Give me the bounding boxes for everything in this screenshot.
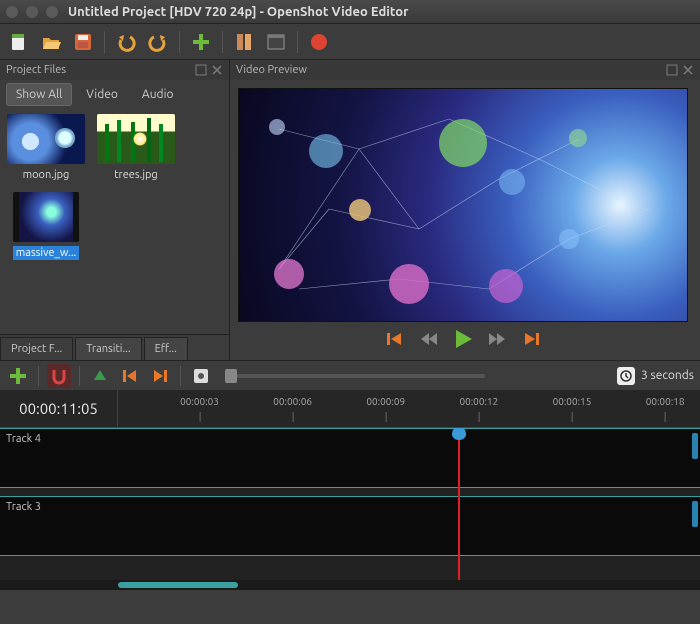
timeline-tracks[interactable]: Track 4 Track 3: [0, 428, 700, 580]
timeline-toolbar: 3 seconds: [0, 360, 700, 390]
file-label: trees.jpg: [111, 168, 161, 182]
rewind-button[interactable]: [417, 327, 441, 351]
close-panel-icon[interactable]: [211, 64, 223, 76]
clock-icon: [617, 367, 635, 385]
ruler-ticks[interactable]: 00:00:03 00:00:06 00:00:09 00:00:12 00:0…: [118, 390, 700, 427]
tab-transitions[interactable]: Transiti...: [75, 337, 141, 360]
scrollbar-thumb[interactable]: [118, 582, 238, 588]
main-toolbar: [0, 24, 700, 60]
video-preview[interactable]: [238, 88, 688, 322]
add-marker-button[interactable]: [88, 364, 112, 388]
duration-label: 3 seconds: [641, 369, 694, 382]
timeline-track[interactable]: Track 3: [0, 496, 700, 556]
previous-marker-button[interactable]: [118, 364, 142, 388]
jump-end-button[interactable]: [519, 327, 543, 351]
track-label: Track 4: [6, 433, 41, 445]
titlebar: Untitled Project [HDV 720 24p] - OpenSho…: [0, 0, 700, 24]
window-close-button[interactable]: [6, 6, 18, 18]
timeline-panel: 00:00:11:05 00:00:03 00:00:06 00:00:09 0…: [0, 390, 700, 590]
project-files-list[interactable]: moon.jpg trees.jpg massive_w...: [0, 108, 229, 334]
window-minimize-button[interactable]: [26, 6, 38, 18]
track-resize-handle[interactable]: [692, 501, 698, 527]
window-controls: [6, 6, 58, 18]
ruler-tick: 00:00:18: [646, 396, 685, 407]
project-file-item[interactable]: moon.jpg: [6, 114, 86, 182]
import-files-button[interactable]: [188, 29, 214, 55]
window-title: Untitled Project [HDV 720 24p] - OpenSho…: [68, 5, 408, 19]
ruler-tick: 00:00:09: [366, 396, 405, 407]
playback-controls: [238, 322, 688, 356]
fast-forward-button[interactable]: [485, 327, 509, 351]
ruler-tick: 00:00:06: [273, 396, 312, 407]
undo-button[interactable]: [113, 29, 139, 55]
window-maximize-button[interactable]: [46, 6, 58, 18]
redo-button[interactable]: [145, 29, 171, 55]
filter-tab-show-all[interactable]: Show All: [6, 83, 72, 106]
export-video-button[interactable]: [306, 29, 332, 55]
project-file-item[interactable]: massive_w...: [6, 192, 86, 260]
filter-tab-video[interactable]: Video: [76, 83, 128, 106]
filter-tab-audio[interactable]: Audio: [132, 83, 184, 106]
fullscreen-button[interactable]: [263, 29, 289, 55]
open-project-button[interactable]: [38, 29, 64, 55]
project-files-panel-header: Project Files: [0, 60, 230, 80]
video-preview-panel: [230, 80, 700, 360]
next-marker-button[interactable]: [148, 364, 172, 388]
timeline-duration-display: 3 seconds: [617, 367, 694, 385]
track-label: Track 3: [6, 501, 41, 513]
slider-handle[interactable]: [225, 369, 237, 383]
center-playhead-button[interactable]: [189, 364, 213, 388]
timeline-track[interactable]: Track 4: [0, 428, 700, 488]
project-files-panel: Show All Video Audio moon.jpg: [0, 80, 230, 360]
undock-icon[interactable]: [195, 64, 207, 76]
file-label: massive_w...: [13, 246, 80, 260]
jump-start-button[interactable]: [383, 327, 407, 351]
file-label: moon.jpg: [20, 168, 73, 182]
playhead[interactable]: [458, 428, 460, 580]
video-preview-panel-header: Video Preview: [230, 60, 700, 80]
timeline-ruler[interactable]: 00:00:11:05 00:00:03 00:00:06 00:00:09 0…: [0, 390, 700, 428]
project-files-filter-tabs: Show All Video Audio: [0, 80, 229, 108]
add-track-button[interactable]: [6, 364, 30, 388]
thumbnail-image: [97, 114, 175, 164]
left-panel-tabs: Project F... Transiti... Eff...: [0, 334, 229, 360]
video-preview-title: Video Preview: [236, 64, 307, 76]
timeline-horizontal-scrollbar[interactable]: [0, 580, 700, 590]
ruler-tick: 00:00:12: [459, 396, 498, 407]
project-files-title: Project Files: [6, 64, 66, 76]
thumbnail-image: [13, 192, 79, 242]
choose-profile-button[interactable]: [231, 29, 257, 55]
undock-icon[interactable]: [666, 64, 678, 76]
play-button[interactable]: [451, 327, 475, 351]
playhead-timecode: 00:00:11:05: [0, 390, 118, 427]
tab-effects[interactable]: Eff...: [144, 337, 188, 360]
thumbnail-image: [7, 114, 85, 164]
new-project-button[interactable]: [6, 29, 32, 55]
project-file-item[interactable]: trees.jpg: [96, 114, 176, 182]
ruler-tick: 00:00:15: [553, 396, 592, 407]
close-panel-icon[interactable]: [682, 64, 694, 76]
snapping-button[interactable]: [47, 364, 71, 388]
tab-project-files[interactable]: Project F...: [0, 337, 73, 360]
track-resize-handle[interactable]: [692, 433, 698, 459]
save-project-button[interactable]: [70, 29, 96, 55]
timeline-zoom-slider[interactable]: [225, 374, 485, 378]
ruler-tick: 00:00:03: [180, 396, 219, 407]
